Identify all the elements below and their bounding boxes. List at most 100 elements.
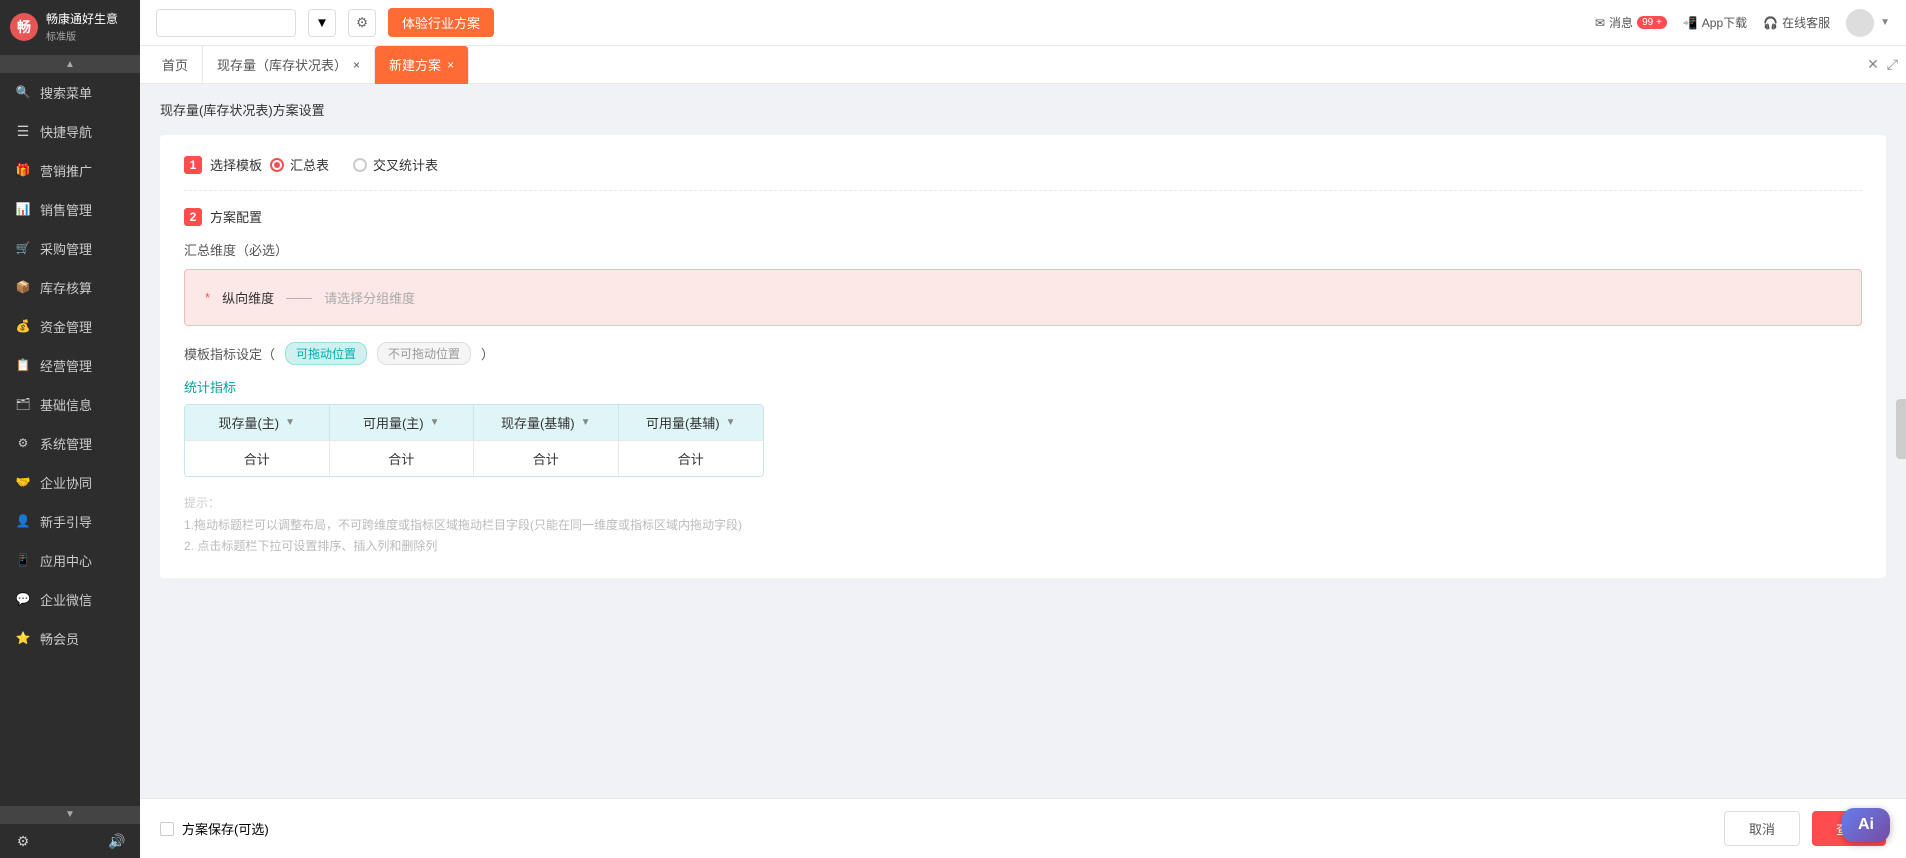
sidebar-scroll-down[interactable]: ▼ [0, 806, 140, 823]
tab-home-label: 首页 [162, 55, 188, 74]
sidebar-item-label: 经营管理 [40, 356, 92, 375]
step1-header: 1 选择模板 汇总表 交叉统计表 [184, 155, 1862, 174]
sidebar-item-member[interactable]: 畅会员 [0, 619, 140, 658]
window-close-button[interactable]: ✕ [1867, 56, 1879, 73]
newuser-icon [14, 512, 32, 530]
dim-dash: —— [286, 290, 312, 305]
system-icon [14, 434, 32, 452]
user-avatar [1846, 9, 1874, 37]
sidebar-scroll-up[interactable]: ▲ [0, 56, 140, 73]
step2-config: 2 方案配置 汇总维度（必选） * 纵向维度 —— 请选择分组维度 模板指标设定… [184, 207, 1862, 558]
stats-col-header-1[interactable]: 可用量(主) ▼ [330, 405, 475, 440]
stats-col-body-0: 合计 [185, 440, 330, 476]
tab-new-scheme[interactable]: 新建方案 × [375, 46, 469, 84]
sidebar-item-stock[interactable]: 库存核算 [0, 268, 140, 307]
sidebar-item-wechat[interactable]: 企业微信 [0, 580, 140, 619]
app-logo-text: 畅康通好生意 标准版 [46, 12, 118, 43]
tips-item-1: 2. 点击标题栏下拉可设置排序、插入列和删除列 [184, 536, 1862, 558]
sidebar-nav: 搜索菜单 快捷导航 营销推广 销售管理 采购管理 库存核算 资金管理 经营管理 [0, 73, 140, 806]
window-resize-button[interactable]: ⤢ [1887, 56, 1898, 73]
topbar-online-service[interactable]: 🎧 在线客服 [1763, 14, 1830, 31]
step2-title: 方案配置 [210, 207, 262, 226]
radio-cross-label: 交叉统计表 [373, 155, 438, 174]
gift-icon [14, 161, 32, 179]
topbar-user[interactable]: ▼ [1846, 9, 1890, 37]
tab-new-scheme-close[interactable]: × [447, 58, 454, 72]
app-icon: 📲 [1683, 16, 1698, 30]
sidebar-gear-icon[interactable] [14, 832, 32, 850]
sidebar-item-base[interactable]: 基础信息 [0, 385, 140, 424]
radio-cross[interactable]: 交叉统计表 [353, 155, 438, 174]
sidebar-item-label: 销售管理 [40, 200, 92, 219]
topbar-app-download[interactable]: 📲 App下载 [1683, 14, 1747, 31]
summary-dim-label: 汇总维度（必选） [184, 240, 1862, 259]
stats-col-header-2[interactable]: 现存量(基辅) ▼ [474, 405, 619, 440]
stats-col-name-2: 现存量(基辅) [501, 413, 575, 432]
indicator-settings: 模板指标设定（ 可拖动位置 不可拖动位置 ） [184, 342, 1862, 365]
ai-button[interactable]: Ai [1842, 808, 1890, 842]
step-divider [184, 190, 1862, 191]
topbar-search-input[interactable] [156, 9, 296, 37]
stats-col-header-3[interactable]: 可用量(基辅) ▼ [619, 405, 764, 440]
sidebar-sound-icon[interactable] [108, 832, 126, 850]
tab-new-scheme-label: 新建方案 [389, 55, 441, 74]
sidebar-bottom [0, 823, 140, 858]
radio-cross-circle [353, 158, 367, 172]
sidebar-item-marketing[interactable]: 营销推广 [0, 151, 140, 190]
sidebar-item-search[interactable]: 搜索菜单 [0, 73, 140, 112]
messages-badge: 99 + [1637, 16, 1667, 29]
topbar: ▼ ⚙ 体验行业方案 ✉ 消息 99 + 📲 App下载 🎧 在线客服 ▼ [140, 0, 1906, 46]
sidebar-item-sales[interactable]: 销售管理 [0, 190, 140, 229]
chevron-down-icon: ▼ [1880, 17, 1890, 28]
sidebar-item-apps[interactable]: 应用中心 [0, 541, 140, 580]
tab-stock-status[interactable]: 现存量（库存状况表） × [203, 46, 375, 84]
sidebar-item-quick-nav[interactable]: 快捷导航 [0, 112, 140, 151]
corp-icon [14, 473, 32, 491]
scheme-save-checkbox[interactable] [160, 822, 174, 836]
main-content: 现存量(库存状况表)方案设置 1 选择模板 汇总表 交叉统计表 [140, 84, 1906, 798]
tabs-window-buttons: ✕ ⤢ [1867, 56, 1898, 73]
member-icon [14, 629, 32, 647]
radio-summary[interactable]: 汇总表 [270, 155, 329, 174]
sidebar: 畅 畅康通好生意 标准版 ▲ 搜索菜单 快捷导航 营销推广 销售管理 采购管理 [0, 0, 140, 858]
sidebar-item-purchase[interactable]: 采购管理 [0, 229, 140, 268]
sidebar-item-label: 搜索菜单 [40, 83, 92, 102]
scheme-save: 方案保存(可选) [160, 819, 269, 838]
sidebar-item-newuser[interactable]: 新手引导 [0, 502, 140, 541]
tips-item-0: 1.拖动标题栏可以调整布局，不可跨维度或指标区域拖动栏目字段(只能在同一维度或指… [184, 515, 1862, 537]
stats-col-header-0[interactable]: 现存量(主) ▼ [185, 405, 330, 440]
tabs-bar: 首页 现存量（库存状况表） × 新建方案 × ✕ ⤢ [140, 46, 1906, 84]
sales-icon [14, 200, 32, 218]
sidebar-item-finance[interactable]: 资金管理 [0, 307, 140, 346]
right-edge-handle[interactable] [1896, 399, 1906, 459]
topbar-messages[interactable]: ✉ 消息 99 + [1595, 14, 1667, 31]
topbar-dropdown-button[interactable]: ▼ [308, 9, 336, 37]
sidebar-item-manage[interactable]: 经营管理 [0, 346, 140, 385]
topbar-gear-button[interactable]: ⚙ [348, 9, 376, 37]
trial-industry-button[interactable]: 体验行业方案 [388, 8, 494, 37]
sidebar-item-label: 基础信息 [40, 395, 92, 414]
tab-home[interactable]: 首页 [148, 46, 203, 84]
cancel-button[interactable]: 取消 [1724, 811, 1800, 846]
search-icon [14, 83, 32, 101]
sidebar-item-label: 新手引导 [40, 512, 92, 531]
tips-area: 提示： 1.拖动标题栏可以调整布局，不可跨维度或指标区域拖动栏目字段(只能在同一… [184, 493, 1862, 558]
template-options: 汇总表 交叉统计表 [270, 155, 438, 174]
chevron-down-icon-1: ▼ [430, 417, 440, 428]
sidebar-logo: 畅 畅康通好生意 标准版 [0, 0, 140, 56]
step2-number: 2 [184, 208, 202, 226]
finance-icon [14, 317, 32, 335]
draggable-tag: 可拖动位置 [285, 342, 367, 365]
radio-summary-label: 汇总表 [290, 155, 329, 174]
service-icon: 🎧 [1763, 16, 1778, 30]
sidebar-item-system[interactable]: 系统管理 [0, 424, 140, 463]
messages-label: 消息 [1609, 14, 1633, 31]
stats-col-name-3: 可用量(基辅) [646, 413, 720, 432]
sidebar-item-label: 企业微信 [40, 590, 92, 609]
dimension-area[interactable]: * 纵向维度 —— 请选择分组维度 [184, 269, 1862, 326]
scheme-save-label: 方案保存(可选) [182, 819, 269, 838]
tab-stock-status-close[interactable]: × [353, 58, 360, 72]
stock-icon [14, 278, 32, 296]
sidebar-item-corp[interactable]: 企业协同 [0, 463, 140, 502]
purchase-icon [14, 239, 32, 257]
